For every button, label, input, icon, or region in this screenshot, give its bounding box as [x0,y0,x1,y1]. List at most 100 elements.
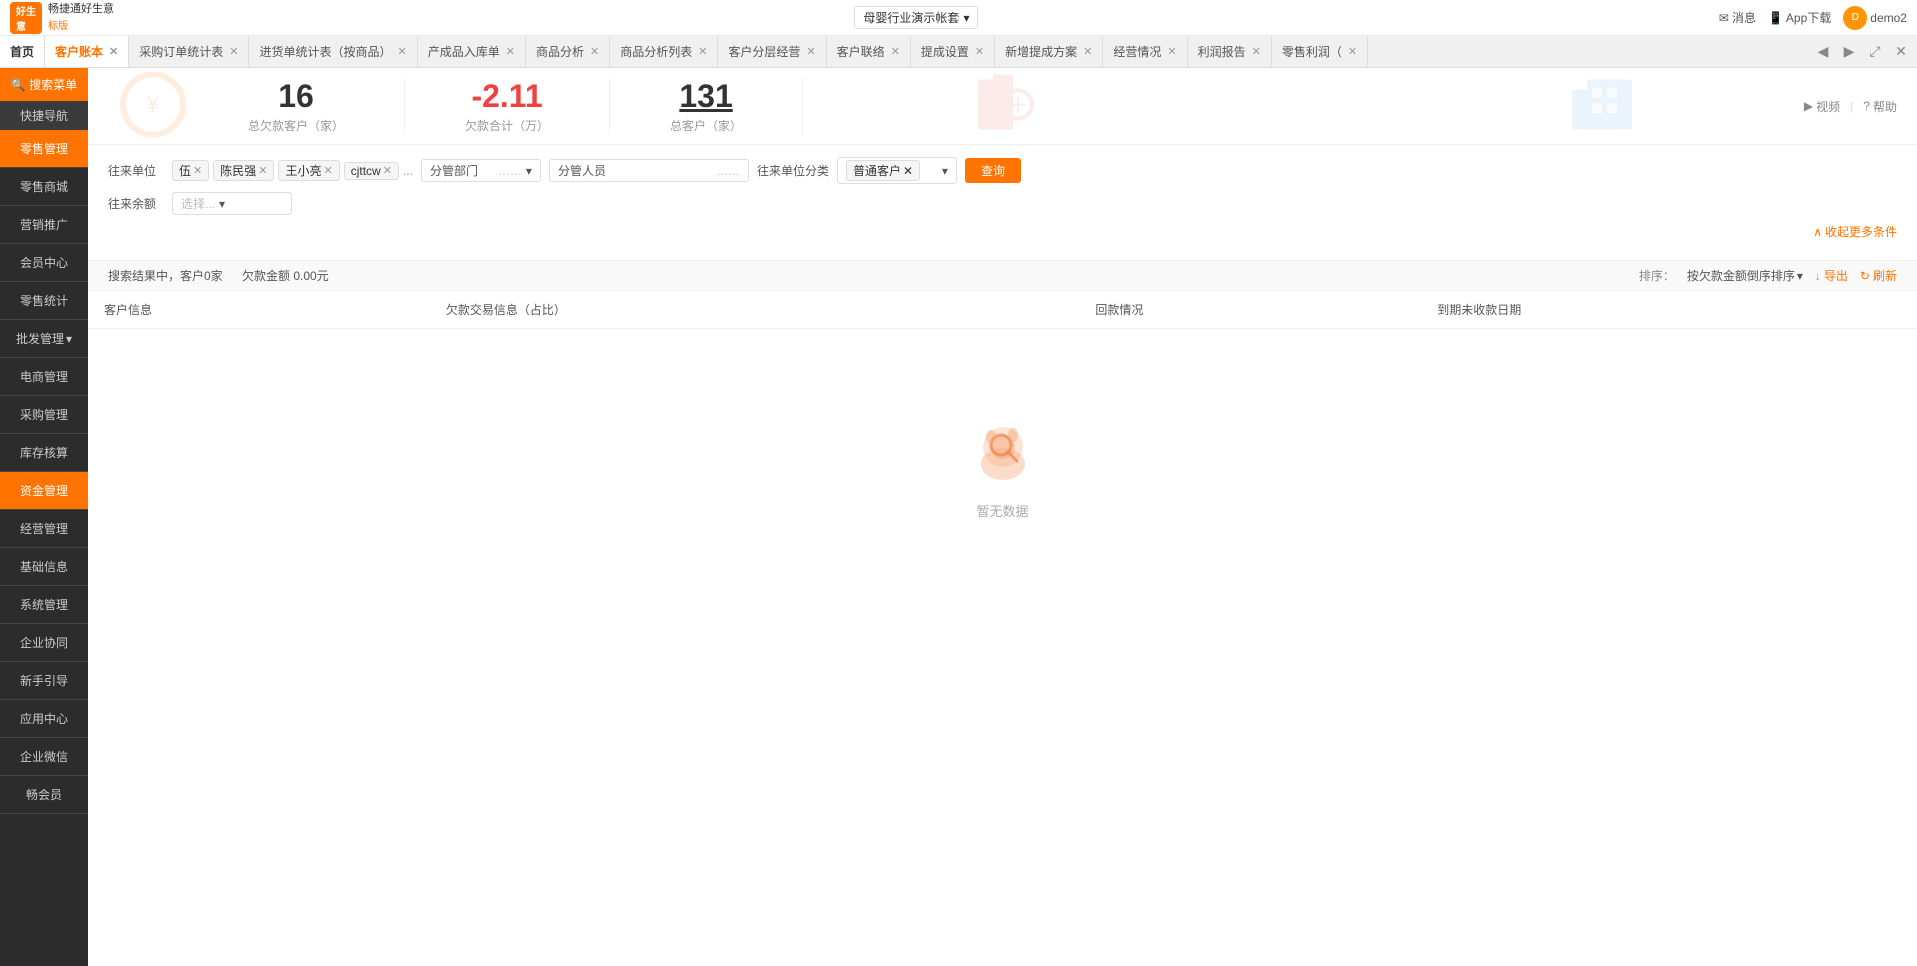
user-avatar-btn[interactable]: D demo2 [1843,6,1907,30]
stats-bar-actions: ▶ 视频 | ? 帮助 [1804,98,1897,115]
video-btn[interactable]: ▶ 视频 [1804,98,1840,115]
sidebar-item-basic-info[interactable]: 基础信息 [0,548,88,586]
filter-dept-select[interactable]: 分管部门 …… ▾ [421,159,541,182]
tab-goods-analysis-list-close[interactable]: ✕ [698,45,707,58]
result-actions: 排序： 按欠款金额倒序排序 ▾ ↓ 导出 ↻ 刷新 [1639,267,1897,284]
tab-close-all-btn[interactable]: ✕ [1889,40,1913,64]
result-bar: 搜索结果中，客户0家 欠款金额 0.00元 排序： 按欠款金额倒序排序 ▾ ↓ … [88,261,1917,291]
tab-expand-btn[interactable]: ⤢ [1863,40,1887,64]
tab-home-label: 首页 [10,43,34,60]
filter-unit-type-select[interactable]: 普通客户 ✕ ▾ [837,157,957,184]
col-customer-info: 客户信息 [88,291,430,329]
filter-tag-cjttcw-close[interactable]: ✕ [383,164,392,177]
filter-dept-more: …… [498,164,522,178]
stat-total-customers-label: 总欠款客户（家） [248,117,344,134]
stat-total-customers2-value: 131 [679,78,732,115]
tab-profit-report-close[interactable]: ✕ [1252,45,1261,58]
tab-next-btn[interactable]: ▶ [1837,40,1861,64]
filter-unit-tags: 伍 ✕ 陈民强 ✕ 王小亮 ✕ cjttcw ✕ ... [172,160,413,181]
sidebar-item-retail-stat[interactable]: 零售统计 [0,282,88,320]
filter-tag-wang: 王小亮 ✕ [278,160,339,181]
filter-credit-placeholder: 选择... [181,195,215,212]
filter-tag-chen-close[interactable]: ✕ [258,164,267,177]
tab-purchase-order[interactable]: 采购订单统计表 ✕ [129,36,249,67]
result-text: 搜索结果中，客户0家 [108,269,223,283]
tab-retail-profit-close[interactable]: ✕ [1348,45,1357,58]
sidebar-item-marketing[interactable]: 营销推广 [0,206,88,244]
tab-raise-settings[interactable]: 提成设置 ✕ [911,36,995,67]
tab-customer-book[interactable]: 客户账本 ✕ [45,36,129,67]
sidebar-item-retail[interactable]: 零售管理 [0,130,88,168]
sidebar-item-finance[interactable]: 资金管理 [0,472,88,510]
sidebar-item-newbie[interactable]: 新手引导 [0,662,88,700]
tab-profit-report[interactable]: 利润报告 ✕ [1188,36,1272,67]
tab-add-raise-label: 新增提成方案 [1005,43,1077,60]
message-btn[interactable]: ✉ 消息 [1719,9,1756,26]
help-btn[interactable]: ? 帮助 [1863,98,1897,115]
tab-goods-analysis-list[interactable]: 商品分析列表 ✕ [610,36,718,67]
sidebar-search[interactable]: 🔍 搜索菜单 [0,68,88,101]
sidebar-quick-nav[interactable]: 快捷导航 [0,101,88,130]
tab-purchase-order-close[interactable]: ✕ [229,45,238,58]
filter-type-tag-close[interactable]: ✕ [903,164,913,178]
tab-produce-entry[interactable]: 产成品入库单 ✕ [418,36,526,67]
sidebar-item-retail-mall[interactable]: 零售商城 [0,168,88,206]
sidebar-item-ecommerce[interactable]: 电商管理 [0,358,88,396]
sidebar-item-app-center[interactable]: 应用中心 [0,700,88,738]
tab-customer-contact[interactable]: 客户联络 ✕ [827,36,911,67]
filter-type-tag-text: 普通客户 [853,162,901,179]
tab-import-stat[interactable]: 进货单统计表（按商品） ✕ [249,36,417,67]
filter-tag-wu-close[interactable]: ✕ [193,164,202,177]
tab-profit-report-label: 利润报告 [1198,43,1246,60]
stat-deco-icon-right [1567,70,1637,143]
tab-customer-book-close[interactable]: ✕ [109,45,118,58]
tab-goods-analysis[interactable]: 商品分析 ✕ [526,36,610,67]
sidebar-item-enterprise-wechat[interactable]: 企业微信 [0,738,88,776]
tab-import-stat-label: 进货单统计表（按商品） [259,43,391,60]
tab-operation-close[interactable]: ✕ [1167,45,1176,58]
tab-operation[interactable]: 经营情况 ✕ [1103,36,1187,67]
tab-customer-segment-close[interactable]: ✕ [806,45,815,58]
sidebar-enterprise-label: 企业协同 [20,636,68,650]
filter-tag-wang-close[interactable]: ✕ [323,164,332,177]
stat-total-customers2-label: 总客户（家） [670,117,742,134]
tab-customer-segment[interactable]: 客户分层经营 ✕ [718,36,826,67]
refresh-btn[interactable]: ↻ 刷新 [1860,267,1897,284]
collapse-button[interactable]: ∧ 收起更多条件 [1813,223,1897,240]
filter-tag-wu: 伍 ✕ [172,160,209,181]
tab-home[interactable]: 首页 [0,36,45,67]
tab-retail-profit[interactable]: 零售利润（ ✕ [1272,36,1368,67]
sidebar-item-purchase[interactable]: 采购管理 [0,396,88,434]
filter-person-select[interactable]: 分管人员 …… [549,159,749,182]
tab-goods-analysis-close[interactable]: ✕ [590,45,599,58]
sidebar-item-operations[interactable]: 经营管理 [0,510,88,548]
tab-add-raise-close[interactable]: ✕ [1083,45,1092,58]
top-header: 好生意 畅捷通好生意 标版 母婴行业演示帐套 ▾ ✉ 消息 📱 App下载 D … [0,0,1917,36]
tab-customer-contact-close[interactable]: ✕ [891,45,900,58]
col-debt-info: 欠款交易信息（占比） [430,291,1080,329]
sidebar-vip-member-label: 畅会员 [26,788,62,802]
refresh-icon: ↻ [1860,269,1870,283]
help-icon: ? [1863,99,1870,113]
filter-type-tag: 普通客户 ✕ [846,160,920,181]
tab-prev-btn[interactable]: ◀ [1811,40,1835,64]
app-download-btn[interactable]: 📱 App下载 [1768,9,1831,26]
tab-produce-entry-close[interactable]: ✕ [506,45,515,58]
export-btn[interactable]: ↓ 导出 [1815,267,1848,284]
sidebar-item-wholesale[interactable]: 批发管理 ▾ [0,320,88,358]
sidebar-item-system[interactable]: 系统管理 [0,586,88,624]
tab-raise-settings-label: 提成设置 [921,43,969,60]
tab-add-raise[interactable]: 新增提成方案 ✕ [995,36,1103,67]
tab-goods-analysis-list-label: 商品分析列表 [620,43,692,60]
sidebar-item-vip-member[interactable]: 畅会员 [0,776,88,814]
tab-import-stat-close[interactable]: ✕ [398,45,407,58]
sidebar-item-inventory[interactable]: 库存核算 [0,434,88,472]
filter-more-tags-btn[interactable]: ... [403,164,413,178]
sidebar-item-enterprise[interactable]: 企业协同 [0,624,88,662]
sidebar-item-member[interactable]: 会员中心 [0,244,88,282]
account-selector[interactable]: 母婴行业演示帐套 ▾ [854,6,978,29]
tab-raise-settings-close[interactable]: ✕ [975,45,984,58]
query-button[interactable]: 查询 [965,158,1021,183]
filter-credit-input[interactable]: 选择... ▾ [172,192,292,215]
sort-select[interactable]: 按欠款金额倒序排序 ▾ [1687,267,1803,284]
